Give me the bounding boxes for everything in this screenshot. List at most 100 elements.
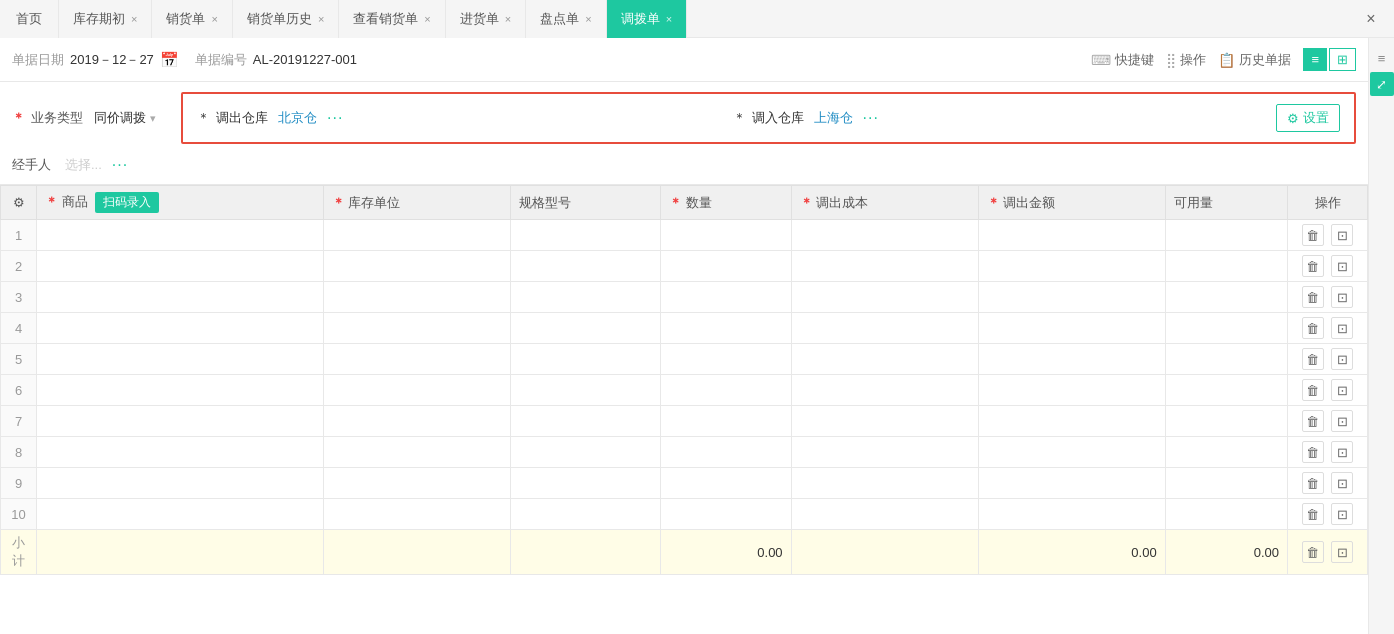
col-settings-header[interactable]: ⚙ [1, 186, 37, 220]
row-product-cell[interactable] [37, 499, 324, 530]
window-close-button[interactable]: × [1356, 4, 1386, 34]
row-unit-cell[interactable] [323, 499, 510, 530]
ops-button[interactable]: ⣿ 操作 [1166, 51, 1206, 69]
row-out-amount-cell[interactable] [978, 282, 1165, 313]
row-out-cost-cell[interactable] [791, 282, 978, 313]
tab-inventory-count[interactable]: 盘点单 × [526, 0, 606, 38]
tab-transfer-order[interactable]: 调拨单 × [607, 0, 687, 38]
sidebar-expand-icon[interactable]: ⤢ [1370, 72, 1394, 96]
tab-view-sales[interactable]: 查看销货单 × [339, 0, 445, 38]
row-product-cell[interactable] [37, 468, 324, 499]
row-product-cell[interactable] [37, 406, 324, 437]
row-out-amount-cell[interactable] [978, 251, 1165, 282]
row-qty-cell[interactable] [661, 375, 791, 406]
row-delete-icon[interactable]: 🗑 [1302, 441, 1324, 463]
shortcut-button[interactable]: ⌨ 快捷键 [1091, 51, 1154, 69]
biz-type-select[interactable]: 同价调拨 ▾ [89, 106, 169, 130]
row-spec-cell[interactable] [510, 220, 661, 251]
row-out-amount-cell[interactable] [978, 468, 1165, 499]
row-copy-icon[interactable]: ⊡ [1331, 286, 1353, 308]
calendar-icon[interactable]: 📅 [160, 51, 179, 69]
tab-purchase-order[interactable]: 进货单 × [446, 0, 526, 38]
row-qty-cell[interactable] [661, 499, 791, 530]
row-unit-cell[interactable] [323, 251, 510, 282]
row-unit-cell[interactable] [323, 313, 510, 344]
tab-inventory-init[interactable]: 库存期初 × [59, 0, 152, 38]
row-delete-icon[interactable]: 🗑 [1302, 286, 1324, 308]
view-list-button[interactable]: ≡ [1303, 48, 1327, 71]
row-qty-cell[interactable] [661, 251, 791, 282]
row-out-amount-cell[interactable] [978, 220, 1165, 251]
row-out-amount-cell[interactable] [978, 406, 1165, 437]
row-product-cell[interactable] [37, 375, 324, 406]
row-out-cost-cell[interactable] [791, 468, 978, 499]
row-copy-icon[interactable]: ⊡ [1331, 224, 1353, 246]
row-out-cost-cell[interactable] [791, 220, 978, 251]
row-out-cost-cell[interactable] [791, 375, 978, 406]
row-qty-cell[interactable] [661, 313, 791, 344]
row-delete-icon[interactable]: 🗑 [1302, 410, 1324, 432]
tab-sales-history-close[interactable]: × [318, 13, 324, 25]
tab-purchase-order-close[interactable]: × [505, 13, 511, 25]
row-out-cost-cell[interactable] [791, 251, 978, 282]
row-delete-icon[interactable]: 🗑 [1302, 224, 1324, 246]
row-out-cost-cell[interactable] [791, 499, 978, 530]
row-spec-cell[interactable] [510, 251, 661, 282]
row-qty-cell[interactable] [661, 282, 791, 313]
row-copy-icon[interactable]: ⊡ [1331, 317, 1353, 339]
row-product-cell[interactable] [37, 344, 324, 375]
tab-view-sales-close[interactable]: × [424, 13, 430, 25]
row-out-amount-cell[interactable] [978, 375, 1165, 406]
row-copy-icon[interactable]: ⊡ [1331, 503, 1353, 525]
row-copy-icon[interactable]: ⊡ [1331, 379, 1353, 401]
view-grid-button[interactable]: ⊞ [1329, 48, 1356, 71]
row-unit-cell[interactable] [323, 375, 510, 406]
row-out-cost-cell[interactable] [791, 437, 978, 468]
row-qty-cell[interactable] [661, 437, 791, 468]
row-spec-cell[interactable] [510, 282, 661, 313]
row-unit-cell[interactable] [323, 344, 510, 375]
row-delete-icon[interactable]: 🗑 [1302, 348, 1324, 370]
row-product-cell[interactable] [37, 313, 324, 344]
row-out-amount-cell[interactable] [978, 437, 1165, 468]
row-qty-cell[interactable] [661, 468, 791, 499]
row-delete-icon[interactable]: 🗑 [1302, 255, 1324, 277]
row-product-cell[interactable] [37, 220, 324, 251]
tab-inventory-count-close[interactable]: × [585, 13, 591, 25]
tab-inventory-init-close[interactable]: × [131, 13, 137, 25]
row-spec-cell[interactable] [510, 375, 661, 406]
row-unit-cell[interactable] [323, 468, 510, 499]
row-unit-cell[interactable] [323, 406, 510, 437]
row-unit-cell[interactable] [323, 437, 510, 468]
row-copy-icon[interactable]: ⊡ [1331, 472, 1353, 494]
tab-transfer-order-close[interactable]: × [666, 13, 672, 25]
row-product-cell[interactable] [37, 251, 324, 282]
tab-sales-order-close[interactable]: × [211, 13, 217, 25]
row-out-amount-cell[interactable] [978, 313, 1165, 344]
history-button[interactable]: 📋 历史单据 [1218, 51, 1291, 69]
in-warehouse-more-button[interactable]: ··· [863, 109, 879, 127]
subtotal-copy-icon[interactable]: ⊡ [1331, 541, 1353, 563]
row-product-cell[interactable] [37, 437, 324, 468]
row-spec-cell[interactable] [510, 406, 661, 437]
row-out-cost-cell[interactable] [791, 313, 978, 344]
subtotal-delete-icon[interactable]: 🗑 [1302, 541, 1324, 563]
row-out-amount-cell[interactable] [978, 344, 1165, 375]
table-wrapper[interactable]: ⚙ ＊ 商品 扫码录入 ＊ 库存单位 规格型号 ＊ [0, 184, 1368, 634]
row-delete-icon[interactable]: 🗑 [1302, 472, 1324, 494]
row-qty-cell[interactable] [661, 406, 791, 437]
row-spec-cell[interactable] [510, 437, 661, 468]
row-copy-icon[interactable]: ⊡ [1331, 348, 1353, 370]
scan-input-button[interactable]: 扫码录入 [95, 192, 159, 213]
settings-button[interactable]: ⚙ 设置 [1276, 104, 1340, 132]
row-product-cell[interactable] [37, 282, 324, 313]
row-delete-icon[interactable]: 🗑 [1302, 379, 1324, 401]
row-out-cost-cell[interactable] [791, 406, 978, 437]
row-spec-cell[interactable] [510, 499, 661, 530]
row-delete-icon[interactable]: 🗑 [1302, 503, 1324, 525]
handler-more-button[interactable]: ··· [112, 156, 128, 174]
row-out-cost-cell[interactable] [791, 344, 978, 375]
out-warehouse-more-button[interactable]: ··· [327, 109, 343, 127]
tab-sales-order[interactable]: 销货单 × [152, 0, 232, 38]
tab-sales-history[interactable]: 销货单历史 × [233, 0, 339, 38]
